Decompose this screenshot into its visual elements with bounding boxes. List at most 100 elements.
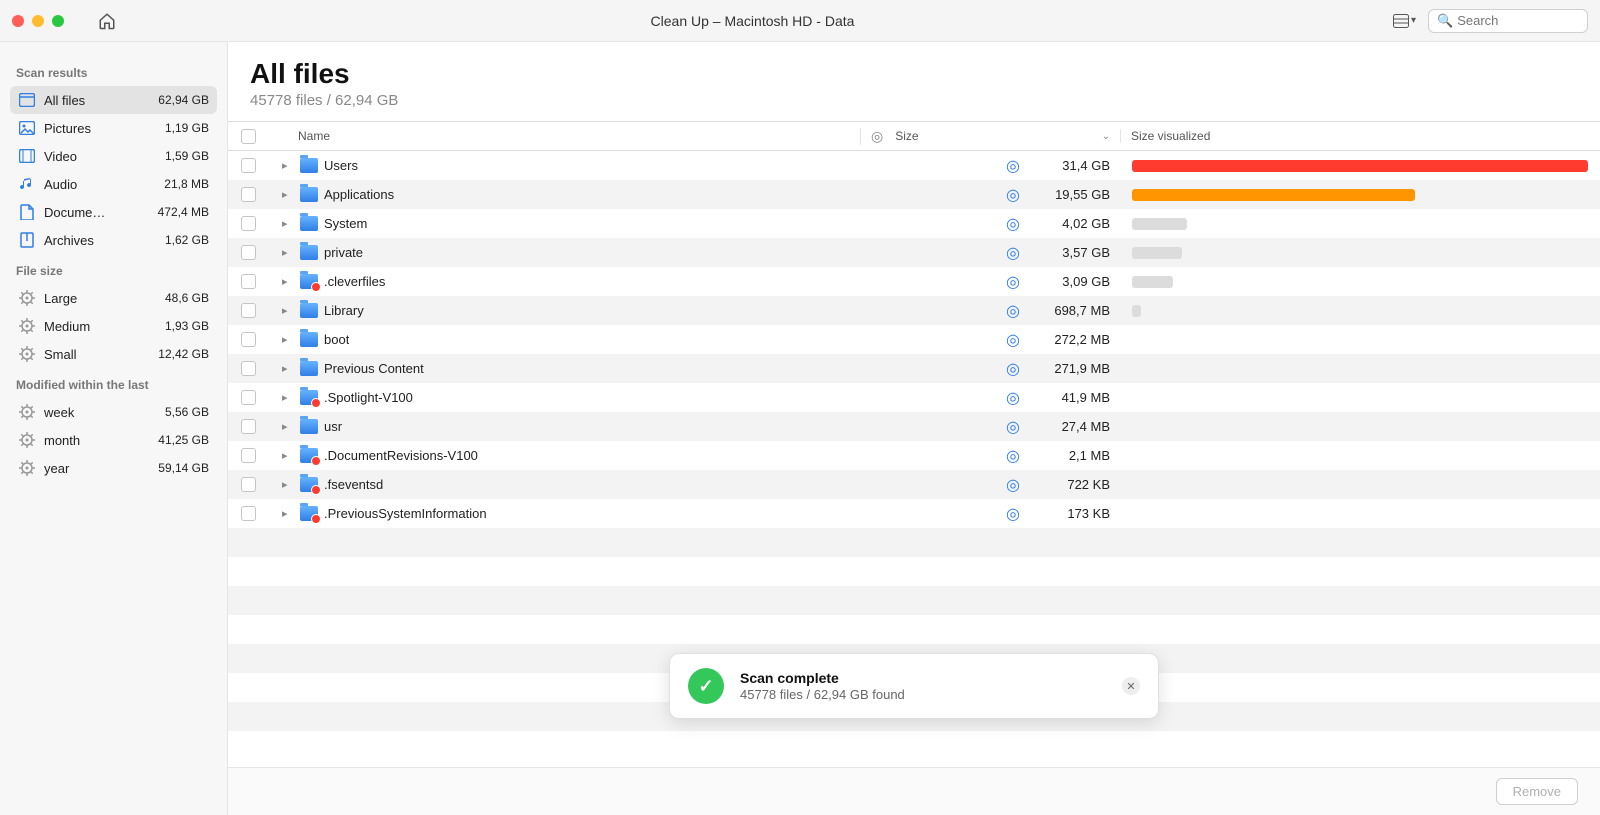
table-row[interactable]: ▸Users◎31,4 GB [228, 151, 1600, 180]
sidebar-section-header: Modified within the last [16, 378, 211, 392]
sidebar-item-docume[interactable]: Docume…472,4 MB [10, 198, 217, 226]
sidebar-item-pictures[interactable]: Pictures1,19 GB [10, 114, 217, 142]
row-checkbox[interactable] [241, 448, 256, 463]
row-checkbox[interactable] [241, 158, 256, 173]
row-checkbox[interactable] [241, 390, 256, 405]
table-row[interactable]: ▸.PreviousSystemInformation◎173 KB [228, 499, 1600, 528]
table-row[interactable]: ▸System◎4,02 GB [228, 209, 1600, 238]
row-checkbox-cell [228, 187, 268, 202]
table-row[interactable]: ▸boot◎272,2 MB [228, 325, 1600, 354]
focus-icon[interactable]: ◎ [1006, 272, 1020, 292]
disclosure-icon[interactable]: ▸ [282, 507, 294, 520]
sidebar-item-video[interactable]: Video1,59 GB [10, 142, 217, 170]
empty-row [228, 528, 1600, 557]
row-checkbox[interactable] [241, 361, 256, 376]
focus-icon[interactable]: ◎ [1006, 446, 1020, 466]
row-viz-cell [1120, 276, 1600, 288]
table-row[interactable]: ▸.fseventsd◎722 KB [228, 470, 1600, 499]
layout-toggle[interactable]: ▾ [1389, 10, 1420, 32]
search-input[interactable] [1457, 13, 1577, 28]
sidebar-item-year[interactable]: year59,14 GB [10, 454, 217, 482]
column-size[interactable]: ◎ Size ⌄ [860, 128, 1120, 145]
table-header: Name ◎ Size ⌄ Size visualized [228, 121, 1600, 151]
row-checkbox[interactable] [241, 477, 256, 492]
disclosure-icon[interactable]: ▸ [282, 159, 294, 172]
row-checkbox[interactable] [241, 274, 256, 289]
sidebar-item-allfiles[interactable]: All files62,94 GB [10, 86, 217, 114]
row-name: usr [324, 419, 342, 434]
folder-icon [300, 158, 318, 173]
select-all-column[interactable] [228, 129, 268, 144]
disclosure-icon[interactable]: ▸ [282, 246, 294, 259]
focus-icon[interactable]: ◎ [1006, 301, 1020, 321]
table-row[interactable]: ▸Previous Content◎271,9 MB [228, 354, 1600, 383]
sidebar-item-week[interactable]: week5,56 GB [10, 398, 217, 426]
folder-icon [300, 216, 318, 231]
row-checkbox[interactable] [241, 187, 256, 202]
row-checkbox[interactable] [241, 419, 256, 434]
page-subtitle: 45778 files / 62,94 GB [250, 92, 1578, 109]
row-size-cell: ◎ 173 KB [860, 504, 1120, 524]
row-checkbox[interactable] [241, 332, 256, 347]
select-all-checkbox[interactable] [241, 129, 256, 144]
table-row[interactable]: ▸private◎3,57 GB [228, 238, 1600, 267]
row-size-cell: ◎41,9 MB [860, 388, 1120, 408]
table-row[interactable]: ▸usr◎27,4 MB [228, 412, 1600, 441]
disclosure-icon[interactable]: ▸ [282, 304, 294, 317]
focus-icon[interactable]: ◎ [1006, 243, 1020, 263]
search-field[interactable]: 🔍 [1428, 9, 1588, 33]
row-size: 31,4 GB [1030, 158, 1110, 173]
row-size: 271,9 MB [1030, 361, 1110, 376]
disclosure-icon[interactable]: ▸ [282, 362, 294, 375]
remove-button[interactable]: Remove [1496, 778, 1578, 805]
folder-icon [300, 361, 318, 376]
row-checkbox[interactable] [241, 506, 256, 521]
disclosure-icon[interactable]: ▸ [282, 188, 294, 201]
row-checkbox[interactable] [241, 245, 256, 260]
column-name[interactable]: Name [268, 129, 860, 143]
row-viz-cell [1120, 305, 1600, 317]
close-window[interactable] [12, 15, 24, 27]
window-icon [18, 91, 36, 109]
table-row[interactable]: ▸Library◎698,7 MB [228, 296, 1600, 325]
row-checkbox[interactable] [241, 216, 256, 231]
table-row[interactable]: ▸.Spotlight-V100◎41,9 MB [228, 383, 1600, 412]
focus-icon[interactable]: ◎ [1006, 359, 1020, 379]
minimize-window[interactable] [32, 15, 44, 27]
footer-bar: Remove [228, 767, 1600, 815]
home-button[interactable] [98, 12, 116, 30]
sidebar-item-archives[interactable]: Archives1,62 GB [10, 226, 217, 254]
sidebar-item-large[interactable]: Large48,6 GB [10, 284, 217, 312]
disclosure-icon[interactable]: ▸ [282, 420, 294, 433]
disclosure-icon[interactable]: ▸ [282, 391, 294, 404]
row-name-cell: ▸Applications [268, 187, 860, 202]
row-size: 173 KB [1030, 506, 1110, 521]
focus-icon[interactable]: ◎ [1006, 185, 1020, 205]
table-row[interactable]: ▸Applications◎19,55 GB [228, 180, 1600, 209]
row-checkbox[interactable] [241, 303, 256, 318]
focus-icon[interactable]: ◎ [1006, 214, 1020, 234]
toast-close[interactable]: ✕ [1122, 677, 1140, 695]
disclosure-icon[interactable]: ▸ [282, 333, 294, 346]
focus-icon[interactable]: ◎ [1006, 504, 1020, 524]
sidebar-item-audio[interactable]: Audio21,8 MB [10, 170, 217, 198]
focus-icon[interactable]: ◎ [1006, 417, 1020, 437]
focus-icon[interactable]: ◎ [1006, 475, 1020, 495]
sidebar-item-month[interactable]: month41,25 GB [10, 426, 217, 454]
disclosure-icon[interactable]: ▸ [282, 217, 294, 230]
column-viz[interactable]: Size visualized [1120, 129, 1600, 143]
focus-icon[interactable]: ◎ [1006, 388, 1020, 408]
disclosure-icon[interactable]: ▸ [282, 449, 294, 462]
maximize-window[interactable] [52, 15, 64, 27]
focus-icon[interactable]: ◎ [1006, 330, 1020, 350]
table-row[interactable]: ▸.DocumentRevisions-V100◎2,1 MB [228, 441, 1600, 470]
table-row[interactable]: ▸.cleverfiles◎3,09 GB [228, 267, 1600, 296]
sidebar-item-medium[interactable]: Medium1,93 GB [10, 312, 217, 340]
focus-icon[interactable]: ◎ [1006, 156, 1020, 176]
row-checkbox-cell [228, 361, 268, 376]
disclosure-icon[interactable]: ▸ [282, 275, 294, 288]
sidebar-item-size: 5,56 GB [165, 405, 209, 419]
size-bar [1132, 247, 1182, 259]
sidebar-item-small[interactable]: Small12,42 GB [10, 340, 217, 368]
disclosure-icon[interactable]: ▸ [282, 478, 294, 491]
